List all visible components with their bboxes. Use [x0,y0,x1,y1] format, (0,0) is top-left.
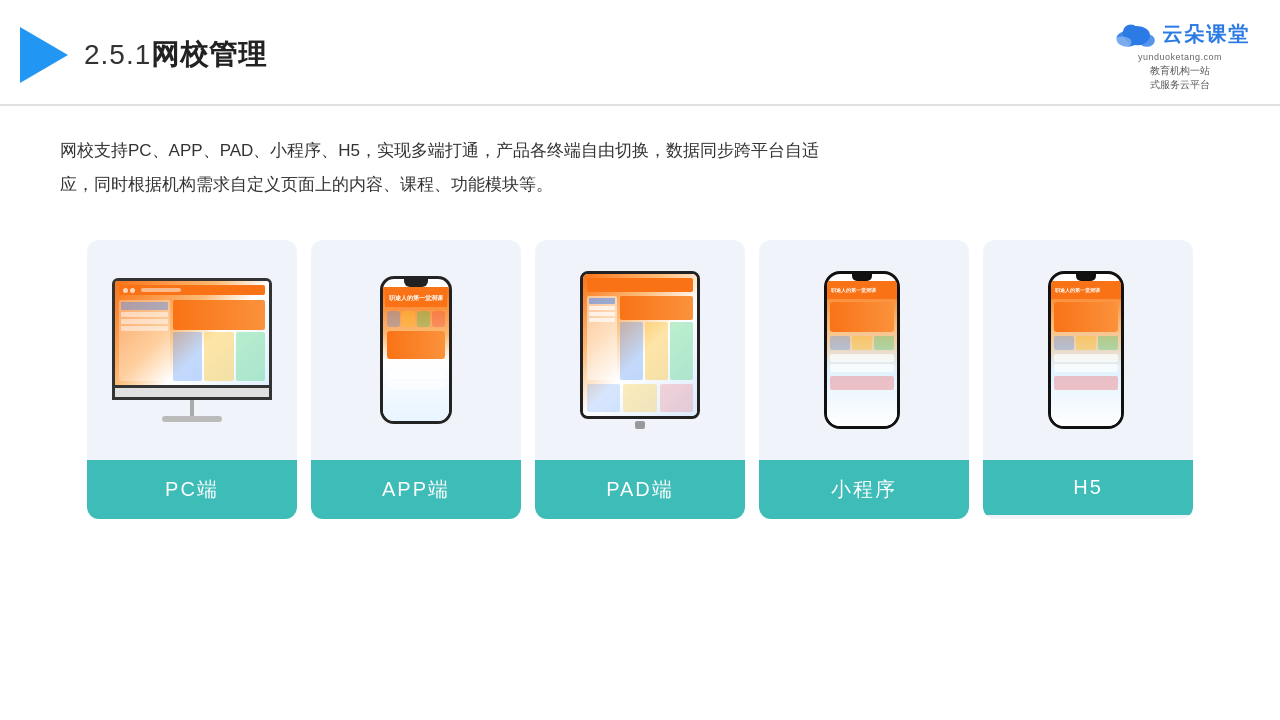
card-app-label: APP端 [311,460,521,519]
phone-screen: 职途人的第一堂洞课 [383,287,449,421]
phone-notch [404,279,428,287]
phone-h5-illustration: 职途人的第一堂洞课 [1048,271,1128,429]
pc-monitor-illustration [107,278,277,422]
phone-body: 职途人的第一堂洞课 [380,276,452,424]
card-app: 职途人的第一堂洞课 [311,240,521,519]
phone-small-notch [852,274,872,281]
card-miniprogram-image: 职途人的第一堂洞课 [759,240,969,460]
logo-triangle-icon [20,27,68,83]
phone-miniprogram-illustration: 职途人的第一堂洞课 [824,271,904,429]
card-pad-image [535,240,745,460]
brand-logo: 云朵课堂 yunduoketang.com 教育机构一站 式服务云平台 [1110,18,1250,92]
monitor-stand [190,400,194,416]
brand-name-en: yunduoketang.com [1138,52,1222,62]
card-h5-label: H5 [983,460,1193,515]
monitor-chin [112,388,272,400]
brand-cloud: 云朵课堂 [1110,18,1250,50]
monitor-screen [115,281,269,385]
description-text: 网校支持PC、APP、PAD、小程序、H5，实现多端打通，产品各终端自由切换，数… [0,106,900,212]
card-pad: PAD端 [535,240,745,519]
page-title: 2.5.1网校管理 [84,36,267,74]
brand-name-cn: 云朵课堂 [1162,21,1250,48]
brand-slogan: 教育机构一站 式服务云平台 [1150,64,1210,92]
monitor-body [112,278,272,388]
svg-point-4 [1112,36,1131,47]
card-h5: 职途人的第一堂洞课 [983,240,1193,519]
card-miniprogram: 职途人的第一堂洞课 [759,240,969,519]
card-h5-image: 职途人的第一堂洞课 [983,240,1193,460]
header-left: 2.5.1网校管理 [20,27,267,83]
phone-small-body: 职途人的第一堂洞课 [824,271,900,429]
phone-app-illustration: 职途人的第一堂洞课 [376,276,456,424]
card-pc-label: PC端 [87,460,297,519]
cards-row: PC端 职途人的第一堂洞课 [0,212,1280,519]
card-pad-label: PAD端 [535,460,745,519]
phone-h5-body: 职途人的第一堂洞课 [1048,271,1124,429]
card-miniprogram-label: 小程序 [759,460,969,519]
tablet-top-bar [587,278,693,292]
card-pc: PC端 [87,240,297,519]
cloud-icon [1110,18,1158,50]
phone-h5-screen: 职途人的第一堂洞课 [1051,281,1121,426]
tablet-button [635,421,645,429]
tablet-body [580,271,700,419]
card-pc-image [87,240,297,460]
monitor-base [162,416,222,422]
phone-h5-notch [1076,274,1096,281]
tablet-screen [583,274,697,416]
phone-small-screen: 职途人的第一堂洞课 [827,281,897,426]
svg-point-2 [1139,34,1155,47]
header: 2.5.1网校管理 云朵课堂 yunduoketang.com 教育机构一站 式… [0,0,1280,106]
tablet-illustration [580,271,700,429]
card-app-image: 职途人的第一堂洞课 [311,240,521,460]
